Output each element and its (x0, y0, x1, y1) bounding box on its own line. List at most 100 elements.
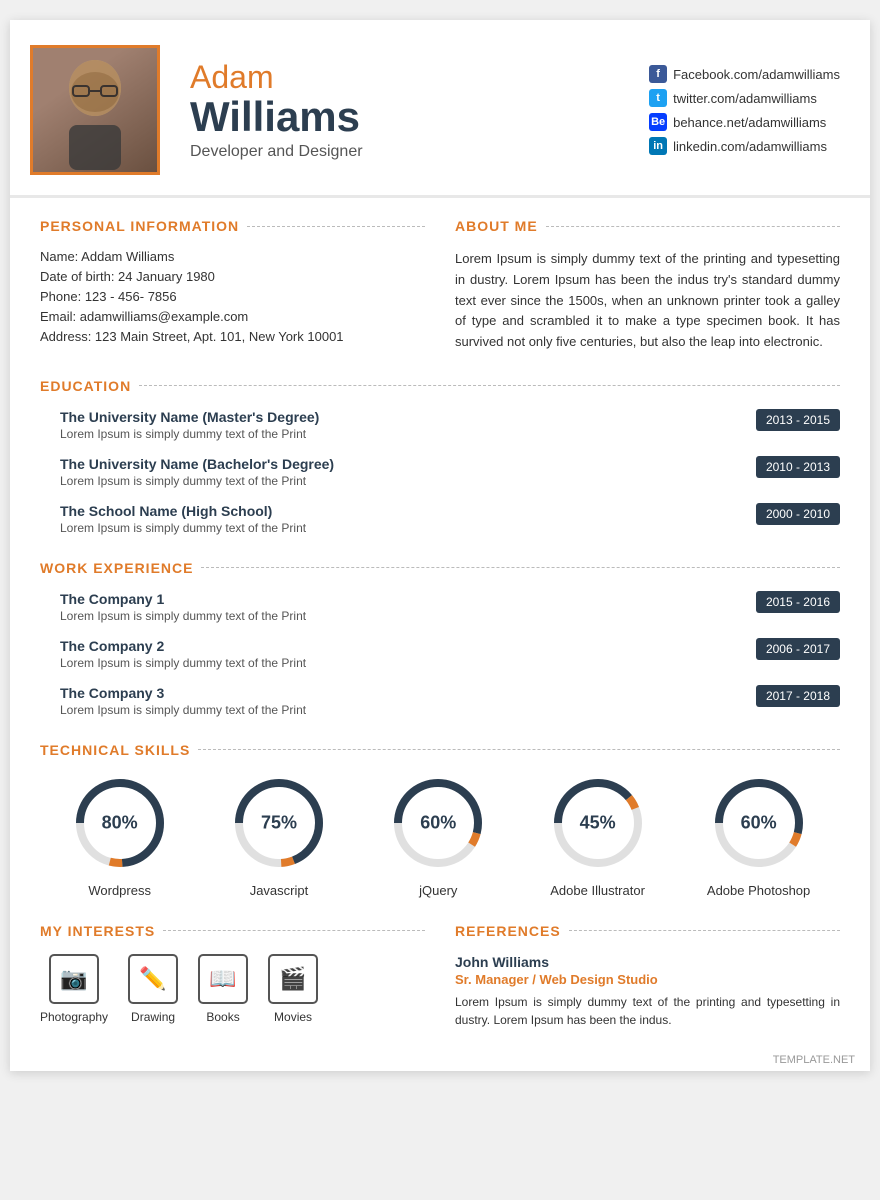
references-title: REFERENCES (455, 923, 840, 939)
skills-row: 80% Wordpress 75% Javascript (40, 773, 840, 898)
about-text: Lorem Ipsum is simply dummy text of the … (455, 249, 840, 353)
about-title: ABOUT ME (455, 218, 840, 234)
entry-company: The Company 3 (60, 685, 306, 701)
entry-description: Lorem Ipsum is simply dummy text of the … (60, 427, 319, 441)
entry-content: The Company 1 Lorem Ipsum is simply dumm… (60, 591, 306, 623)
skill-label: Adobe Illustrator (550, 883, 645, 898)
skill-percent: 80% (102, 812, 138, 833)
info-address: Address: 123 Main Street, Apt. 101, New … (40, 329, 425, 344)
entry-date: 2000 - 2010 (756, 503, 840, 525)
interest-icon: 📖 (198, 954, 248, 1004)
work-entry: The Company 3 Lorem Ipsum is simply dumm… (40, 685, 840, 717)
skill-percent: 75% (261, 812, 297, 833)
skill-item: 60% jQuery (388, 773, 488, 898)
skills-section: TECHNICAL SKILLS 80% Wordpress (40, 742, 840, 898)
info-phone: Phone: 123 - 456- 7856 (40, 289, 425, 304)
entry-description: Lorem Ipsum is simply dummy text of the … (60, 474, 334, 488)
behance-icon: Be (649, 113, 667, 131)
about-col: ABOUT ME Lorem Ipsum is simply dummy tex… (455, 218, 840, 353)
twitter-link[interactable]: t twitter.com/adamwilliams (649, 89, 840, 107)
skill-circle: 60% (709, 773, 809, 873)
work-entries: The Company 1 Lorem Ipsum is simply dumm… (40, 591, 840, 717)
behance-link[interactable]: Be behance.net/adamwilliams (649, 113, 840, 131)
work-section: WORK EXPERIENCE The Company 1 Lorem Ipsu… (40, 560, 840, 717)
entry-school: The School Name (High School) (60, 503, 306, 519)
info-email: Email: adamwilliams@example.com (40, 309, 425, 324)
entry-company: The Company 1 (60, 591, 306, 607)
bottom-section: MY INTERESTS 📷 Photography ✏️ Drawing 📖 … (40, 923, 840, 1029)
work-entry: The Company 1 Lorem Ipsum is simply dumm… (40, 591, 840, 623)
education-entries: The University Name (Master's Degree) Lo… (40, 409, 840, 535)
entry-school: The University Name (Master's Degree) (60, 409, 319, 425)
entry-description: Lorem Ipsum is simply dummy text of the … (60, 656, 306, 670)
skill-item: 80% Wordpress (70, 773, 170, 898)
education-entry: The School Name (High School) Lorem Ipsu… (40, 503, 840, 535)
skill-item: 45% Adobe Illustrator (548, 773, 648, 898)
interest-item: ✏️ Drawing (128, 954, 178, 1024)
interest-item: 📖 Books (198, 954, 248, 1024)
interest-label: Photography (40, 1010, 108, 1024)
entry-content: The Company 3 Lorem Ipsum is simply dumm… (60, 685, 306, 717)
linkedin-url: linkedin.com/adamwilliams (673, 139, 827, 154)
skill-item: 60% Adobe Photoshop (707, 773, 810, 898)
personal-info-col: PERSONAL INFORMATION Name: Addam William… (40, 218, 425, 353)
facebook-url: Facebook.com/adamwilliams (673, 67, 840, 82)
linkedin-link[interactable]: in linkedin.com/adamwilliams (649, 137, 840, 155)
header-name-block: Adam Williams Developer and Designer (190, 59, 649, 161)
interests-col: MY INTERESTS 📷 Photography ✏️ Drawing 📖 … (40, 923, 425, 1029)
entry-content: The School Name (High School) Lorem Ipsu… (60, 503, 306, 535)
facebook-link[interactable]: f Facebook.com/adamwilliams (649, 65, 840, 83)
interest-icon: ✏️ (128, 954, 178, 1004)
references-col: REFERENCES John Williams Sr. Manager / W… (455, 923, 840, 1029)
work-title: WORK EXPERIENCE (40, 560, 840, 576)
linkedin-icon: in (649, 137, 667, 155)
personal-info-content: Name: Addam Williams Date of birth: 24 J… (40, 249, 425, 344)
info-dob: Date of birth: 24 January 1980 (40, 269, 425, 284)
skill-circle: 60% (388, 773, 488, 873)
header-section: Adam Williams Developer and Designer f F… (10, 20, 870, 198)
entry-content: The University Name (Bachelor's Degree) … (60, 456, 334, 488)
entry-description: Lorem Ipsum is simply dummy text of the … (60, 521, 306, 535)
top-two-col: PERSONAL INFORMATION Name: Addam William… (40, 218, 840, 353)
skill-percent: 60% (741, 812, 777, 833)
interest-icon: 🎬 (268, 954, 318, 1004)
ref-name: John Williams (455, 954, 840, 970)
skill-label: Javascript (250, 883, 309, 898)
interest-item: 🎬 Movies (268, 954, 318, 1024)
skill-label: Adobe Photoshop (707, 883, 810, 898)
entry-date: 2015 - 2016 (756, 591, 840, 613)
education-entry: The University Name (Master's Degree) Lo… (40, 409, 840, 441)
twitter-icon: t (649, 89, 667, 107)
entry-company: The Company 2 (60, 638, 306, 654)
facebook-icon: f (649, 65, 667, 83)
entry-content: The Company 2 Lorem Ipsum is simply dumm… (60, 638, 306, 670)
job-title: Developer and Designer (190, 143, 649, 161)
personal-info-title: PERSONAL INFORMATION (40, 218, 425, 234)
interest-icon: 📷 (49, 954, 99, 1004)
info-name: Name: Addam Williams (40, 249, 425, 264)
skill-label: Wordpress (88, 883, 151, 898)
skill-item: 75% Javascript (229, 773, 329, 898)
resume-body: PERSONAL INFORMATION Name: Addam William… (10, 198, 870, 1049)
watermark: TEMPLATE.NET (10, 1049, 870, 1071)
last-name: Williams (190, 96, 649, 138)
interests-title: MY INTERESTS (40, 923, 425, 939)
behance-url: behance.net/adamwilliams (673, 115, 826, 130)
education-entry: The University Name (Bachelor's Degree) … (40, 456, 840, 488)
profile-photo (30, 45, 160, 175)
interest-label: Movies (274, 1010, 312, 1024)
entry-content: The University Name (Master's Degree) Lo… (60, 409, 319, 441)
skills-title: TECHNICAL SKILLS (40, 742, 840, 758)
twitter-url: twitter.com/adamwilliams (673, 91, 817, 106)
entry-date: 2006 - 2017 (756, 638, 840, 660)
entry-date: 2017 - 2018 (756, 685, 840, 707)
entry-date: 2013 - 2015 (756, 409, 840, 431)
entry-school: The University Name (Bachelor's Degree) (60, 456, 334, 472)
education-section: EDUCATION The University Name (Master's … (40, 378, 840, 535)
interest-label: Books (206, 1010, 239, 1024)
interest-label: Drawing (131, 1010, 175, 1024)
entry-description: Lorem Ipsum is simply dummy text of the … (60, 609, 306, 623)
education-title: EDUCATION (40, 378, 840, 394)
skill-label: jQuery (419, 883, 457, 898)
skill-circle: 80% (70, 773, 170, 873)
